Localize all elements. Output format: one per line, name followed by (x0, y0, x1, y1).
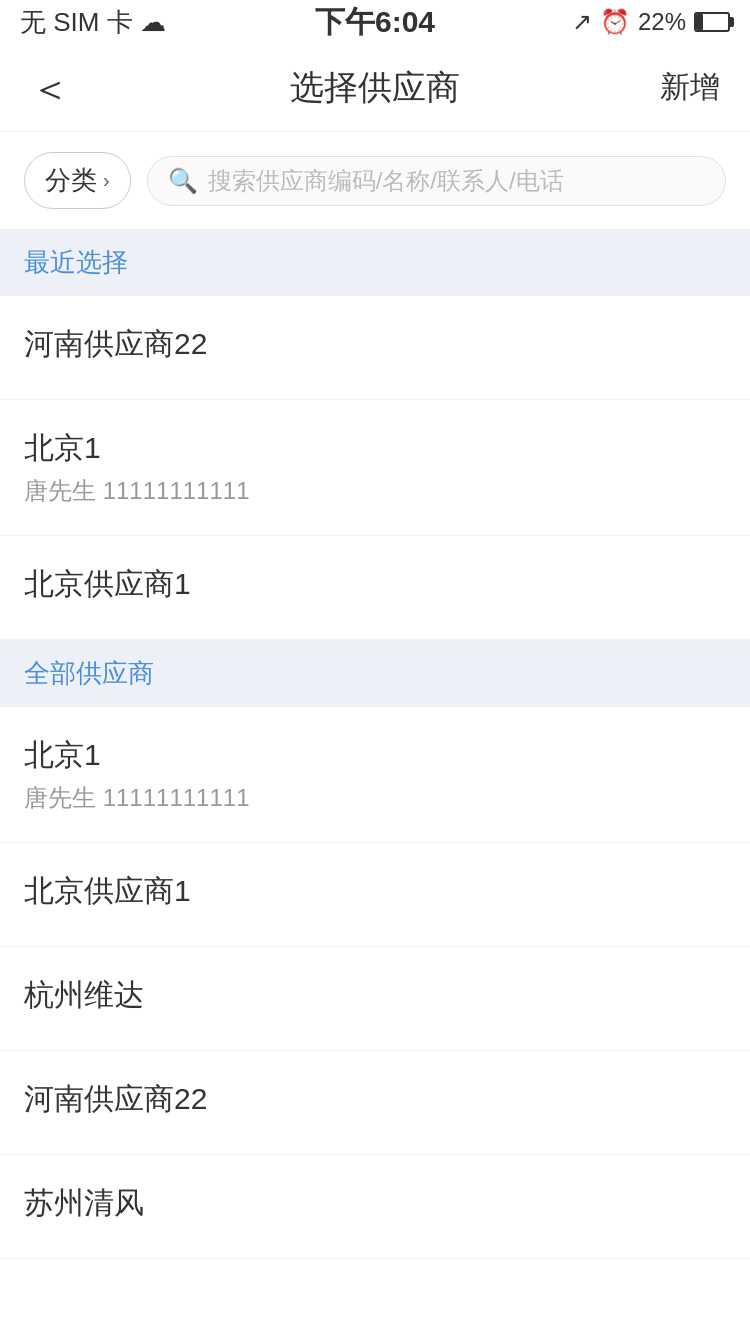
recent-list-item[interactable]: 北京供应商1 (0, 536, 750, 640)
all-list-item[interactable]: 河南供应商22 (0, 1051, 750, 1155)
location-icon: ↗ (572, 8, 592, 36)
all-list-item[interactable]: 北京1 唐先生 11111111111 (0, 707, 750, 843)
battery-label: 22% (638, 8, 686, 36)
item-name: 苏州清风 (24, 1183, 726, 1224)
search-input[interactable] (208, 167, 705, 195)
item-name: 北京供应商1 (24, 871, 726, 912)
status-bar: 无 SIM 卡 ☁ 下午6:04 ↗ ⏰ 22% (0, 0, 750, 44)
alarm-icon: ⏰ (600, 8, 630, 36)
item-name: 北京1 (24, 735, 726, 776)
status-left: 无 SIM 卡 ☁ (20, 5, 166, 40)
item-sub: 唐先生 11111111111 (24, 475, 726, 507)
all-list: 北京1 唐先生 11111111111 北京供应商1 杭州维达河南供应商22 苏州清风 (0, 707, 750, 1259)
category-button[interactable]: 分类 › (24, 152, 131, 209)
filter-bar: 分类 › 🔍 (0, 132, 750, 229)
all-list-item[interactable]: 苏州清风 (0, 1155, 750, 1259)
recent-section-label: 最近选择 (24, 247, 128, 277)
recent-list-item[interactable]: 河南供应商22 (0, 296, 750, 400)
item-name: 北京1 (24, 428, 726, 469)
category-label: 分类 (45, 163, 97, 198)
recent-list-item[interactable]: 北京1 唐先生 11111111111 (0, 400, 750, 536)
no-sim-label: 无 SIM 卡 ☁ (20, 5, 166, 40)
item-name: 河南供应商22 (24, 1079, 726, 1120)
battery-icon (694, 12, 730, 32)
item-name: 河南供应商22 (24, 324, 726, 365)
status-time: 下午6:04 (315, 2, 435, 43)
chevron-right-icon: › (103, 169, 110, 192)
all-section-label: 全部供应商 (24, 658, 154, 688)
item-name: 杭州维达 (24, 975, 726, 1016)
all-section-header: 全部供应商 (0, 640, 750, 707)
back-button[interactable]: ＜ (30, 68, 70, 108)
new-action-button[interactable]: 新增 (660, 67, 720, 108)
item-name: 北京供应商1 (24, 564, 726, 605)
search-icon: 🔍 (168, 167, 198, 195)
item-sub: 唐先生 11111111111 (24, 782, 726, 814)
all-list-item[interactable]: 北京供应商1 (0, 843, 750, 947)
status-right: ↗ ⏰ 22% (572, 8, 730, 36)
all-list-item[interactable]: 杭州维达 (0, 947, 750, 1051)
nav-bar: ＜ 选择供应商 新增 (0, 44, 750, 132)
recent-section-header: 最近选择 (0, 229, 750, 296)
recent-list: 河南供应商22 北京1 唐先生 11111111111 北京供应商1 (0, 296, 750, 640)
page-title: 选择供应商 (290, 65, 460, 111)
search-box[interactable]: 🔍 (147, 156, 726, 206)
